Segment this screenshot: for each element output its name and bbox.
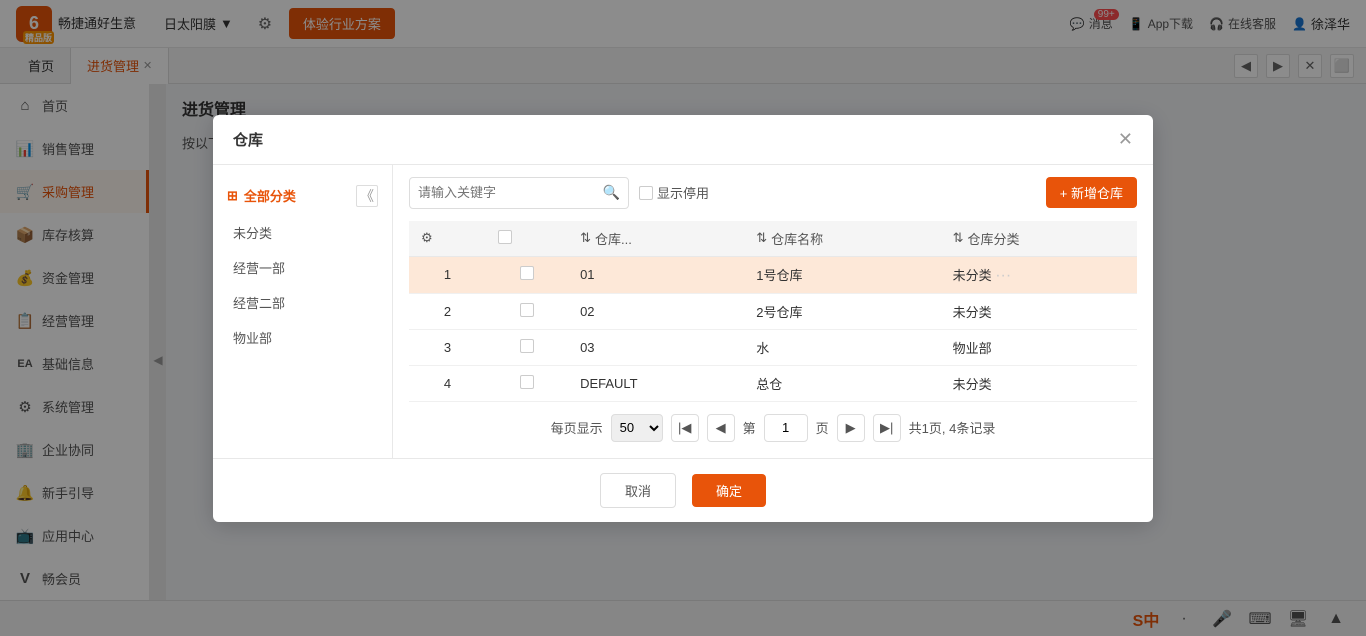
table-header: ⚙ ⇅ 仓库... ⇅ 仓库名称 ⇅ 仓库分类 <box>409 221 1137 257</box>
pagination-bar: 每页显示 50 20 100 |◀ ◀ 第 页 ▶ ▶| 共1页, 4条记录 <box>409 402 1137 446</box>
sort-icon-code: ⇅ <box>580 230 591 246</box>
row-name: 水 <box>744 329 940 365</box>
row-code: 03 <box>568 329 744 365</box>
grid-icon: ⊞ <box>227 188 238 204</box>
table-toolbar: 🔍 显示停用 + 新增仓库 <box>409 177 1137 209</box>
category-toggle-button[interactable]: 《 <box>356 185 378 207</box>
sort-icon-cat: ⇅ <box>953 230 964 246</box>
category-item-ops1[interactable]: 经营一部 <box>213 250 392 285</box>
first-page-button[interactable]: |◀ <box>671 414 699 442</box>
row-category: 未分类 <box>941 365 1137 401</box>
row-category: 未分类 <box>941 293 1137 329</box>
warehouse-table: ⚙ ⇅ 仓库... ⇅ 仓库名称 ⇅ 仓库分类 1 01 <box>409 221 1137 402</box>
last-page-button[interactable]: ▶| <box>873 414 901 442</box>
cancel-button[interactable]: 取消 <box>600 473 676 508</box>
show-disabled-label[interactable]: 显示停用 <box>639 183 709 202</box>
row-checkbox[interactable] <box>486 365 568 401</box>
category-item-unclassified[interactable]: 未分类 <box>213 215 392 250</box>
th-settings: ⚙ <box>409 221 486 257</box>
th-name: ⇅ 仓库名称 <box>744 221 940 257</box>
row-num: 2 <box>409 293 486 329</box>
search-input[interactable] <box>418 185 603 200</box>
table-scroll-area: ⚙ ⇅ 仓库... ⇅ 仓库名称 ⇅ 仓库分类 1 01 <box>409 221 1137 402</box>
per-page-label: 每页显示 <box>551 418 603 437</box>
row-category: 物业部 <box>941 329 1137 365</box>
search-icon[interactable]: 🔍 <box>603 184 620 201</box>
row-checkbox[interactable] <box>486 329 568 365</box>
row-category: 未分类 ··· <box>941 256 1137 293</box>
row-actions-button[interactable]: ··· <box>995 267 1011 284</box>
page-input[interactable] <box>764 414 808 442</box>
page-suffix: 页 <box>816 418 829 437</box>
all-categories-button[interactable]: ⊞ 全部分类 <box>227 186 296 205</box>
show-disabled-text: 显示停用 <box>657 183 709 202</box>
add-warehouse-button[interactable]: + 新增仓库 <box>1046 177 1137 208</box>
th-code: ⇅ 仓库... <box>568 221 744 257</box>
row-code: DEFAULT <box>568 365 744 401</box>
row-select-checkbox[interactable] <box>520 339 534 353</box>
modal-header: 仓库 ✕ <box>213 115 1153 165</box>
table-body: 1 01 1号仓库 未分类 ··· 2 02 2号仓库 <box>409 256 1137 401</box>
modal-close-button[interactable]: ✕ <box>1118 130 1133 148</box>
row-checkbox[interactable] <box>486 256 568 293</box>
row-name: 2号仓库 <box>744 293 940 329</box>
per-page-select[interactable]: 50 20 100 <box>611 414 663 442</box>
confirm-button[interactable]: 确定 <box>692 474 766 507</box>
modal-title: 仓库 <box>233 129 263 150</box>
modal-overlay: 仓库 ✕ ⊞ 全部分类 《 未分类 经营一部 经营二部 物业部 <box>0 0 1366 636</box>
table-row[interactable]: 1 01 1号仓库 未分类 ··· <box>409 256 1137 293</box>
category-header: ⊞ 全部分类 《 <box>213 177 392 215</box>
row-num: 3 <box>409 329 486 365</box>
prev-page-button[interactable]: ◀ <box>707 414 735 442</box>
row-name: 总仓 <box>744 365 940 401</box>
select-all-checkbox[interactable] <box>498 230 512 244</box>
row-code: 02 <box>568 293 744 329</box>
table-area: 🔍 显示停用 + 新增仓库 ⚙ <box>393 165 1153 458</box>
row-select-checkbox[interactable] <box>520 375 534 389</box>
next-page-button[interactable]: ▶ <box>837 414 865 442</box>
warehouse-modal: 仓库 ✕ ⊞ 全部分类 《 未分类 经营一部 经营二部 物业部 <box>213 115 1153 522</box>
category-sidebar: ⊞ 全部分类 《 未分类 经营一部 经营二部 物业部 <box>213 165 393 458</box>
table-row[interactable]: 4 DEFAULT 总仓 未分类 <box>409 365 1137 401</box>
sort-icon-name: ⇅ <box>756 230 767 246</box>
search-input-wrap: 🔍 <box>409 177 629 209</box>
row-checkbox[interactable] <box>486 293 568 329</box>
th-checkbox <box>486 221 568 257</box>
modal-body: ⊞ 全部分类 《 未分类 经营一部 经营二部 物业部 🔍 <box>213 165 1153 458</box>
row-select-checkbox[interactable] <box>520 266 534 280</box>
all-categories-label: 全部分类 <box>244 186 296 205</box>
page-label: 第 <box>743 418 756 437</box>
show-disabled-checkbox[interactable] <box>639 186 653 200</box>
category-item-ops2[interactable]: 经营二部 <box>213 285 392 320</box>
modal-footer: 取消 确定 <box>213 458 1153 522</box>
total-label: 共1页, 4条记录 <box>909 418 996 437</box>
th-category: ⇅ 仓库分类 <box>941 221 1137 257</box>
table-row[interactable]: 2 02 2号仓库 未分类 <box>409 293 1137 329</box>
row-name: 1号仓库 <box>744 256 940 293</box>
row-code: 01 <box>568 256 744 293</box>
table-row[interactable]: 3 03 水 物业部 <box>409 329 1137 365</box>
row-num: 1 <box>409 256 486 293</box>
row-num: 4 <box>409 365 486 401</box>
row-select-checkbox[interactable] <box>520 303 534 317</box>
category-item-property[interactable]: 物业部 <box>213 320 392 355</box>
